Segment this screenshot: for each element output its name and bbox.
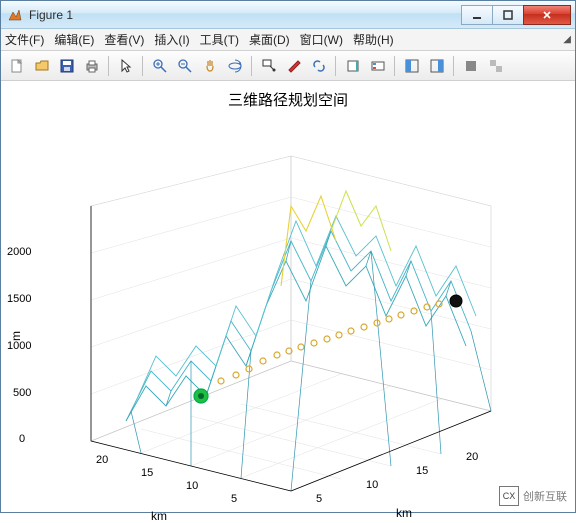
undock-window-button[interactable] <box>425 55 448 77</box>
ztick: 2000 <box>7 246 31 258</box>
x-axis-label: km <box>396 506 412 520</box>
print-button[interactable] <box>80 55 103 77</box>
watermark: CX 创新互联 <box>499 486 567 506</box>
toolbar-separator <box>108 56 109 76</box>
hide-plot-tools-button[interactable] <box>459 55 482 77</box>
xtick: 5 <box>316 493 322 505</box>
toolbar-separator <box>453 56 454 76</box>
window-controls <box>462 5 571 25</box>
titlebar: Figure 1 <box>1 1 575 29</box>
menu-insert[interactable]: 插入(I) <box>154 31 189 48</box>
menu-overflow-icon[interactable]: ◢ <box>563 34 571 45</box>
watermark-logo: CX <box>499 486 519 506</box>
zoom-out-button[interactable] <box>173 55 196 77</box>
y-axis-label: km <box>151 509 167 523</box>
edit-pointer-button[interactable] <box>114 55 137 77</box>
open-file-button[interactable] <box>30 55 53 77</box>
terrain-mesh <box>126 191 491 491</box>
start-marker-dot <box>198 393 204 399</box>
ztick: 0 <box>19 433 25 445</box>
axes-container[interactable]: 三维路径规划空间 <box>1 81 575 512</box>
insert-legend-button[interactable] <box>366 55 389 77</box>
ytick: 20 <box>96 454 108 466</box>
ztick: 500 <box>13 387 31 399</box>
ztick: 1500 <box>7 293 31 305</box>
show-plot-tools-button[interactable] <box>484 55 507 77</box>
save-button[interactable] <box>55 55 78 77</box>
link-button[interactable] <box>307 55 330 77</box>
ztick: 1000 <box>7 340 31 352</box>
brush-button[interactable] <box>282 55 305 77</box>
toolbar-separator <box>394 56 395 76</box>
z-axis-label: m <box>9 331 23 341</box>
xtick: 20 <box>466 451 478 463</box>
zoom-in-button[interactable] <box>148 55 171 77</box>
figure-window: Figure 1 文件(F) 编辑(E) 查看(V) 插入(I) 工具(T) 桌… <box>0 0 576 513</box>
end-marker <box>450 295 462 307</box>
dock-window-button[interactable] <box>400 55 423 77</box>
menu-help[interactable]: 帮助(H) <box>353 31 394 48</box>
minimize-button[interactable] <box>461 5 493 25</box>
window-title: Figure 1 <box>29 8 73 22</box>
close-button[interactable] <box>523 5 571 25</box>
pan-button[interactable] <box>198 55 221 77</box>
menu-desktop[interactable]: 桌面(D) <box>249 31 290 48</box>
watermark-text: 创新互联 <box>523 488 567 504</box>
menu-view[interactable]: 查看(V) <box>104 31 144 48</box>
data-cursor-button[interactable] <box>257 55 280 77</box>
menubar: 文件(F) 编辑(E) 查看(V) 插入(I) 工具(T) 桌面(D) 窗口(W… <box>1 29 575 51</box>
xtick: 10 <box>366 479 378 491</box>
matlab-app-icon <box>7 7 23 23</box>
toolbar-separator <box>335 56 336 76</box>
chart-title: 三维路径规划空间 <box>1 89 575 110</box>
menu-file[interactable]: 文件(F) <box>5 31 44 48</box>
insert-colorbar-button[interactable] <box>341 55 364 77</box>
toolbar <box>1 51 575 81</box>
maximize-button[interactable] <box>492 5 524 25</box>
toolbar-separator <box>142 56 143 76</box>
new-file-button[interactable] <box>5 55 28 77</box>
menu-edit[interactable]: 编辑(E) <box>54 31 94 48</box>
axes-3d[interactable] <box>31 111 541 506</box>
xtick: 15 <box>416 465 428 477</box>
menu-tools[interactable]: 工具(T) <box>200 31 239 48</box>
ytick: 15 <box>141 467 153 479</box>
path-waypoints <box>218 301 442 384</box>
toolbar-separator <box>251 56 252 76</box>
menu-window[interactable]: 窗口(W) <box>300 31 343 48</box>
ytick: 10 <box>186 480 198 492</box>
ytick: 5 <box>231 493 237 505</box>
rotate-3d-button[interactable] <box>223 55 246 77</box>
